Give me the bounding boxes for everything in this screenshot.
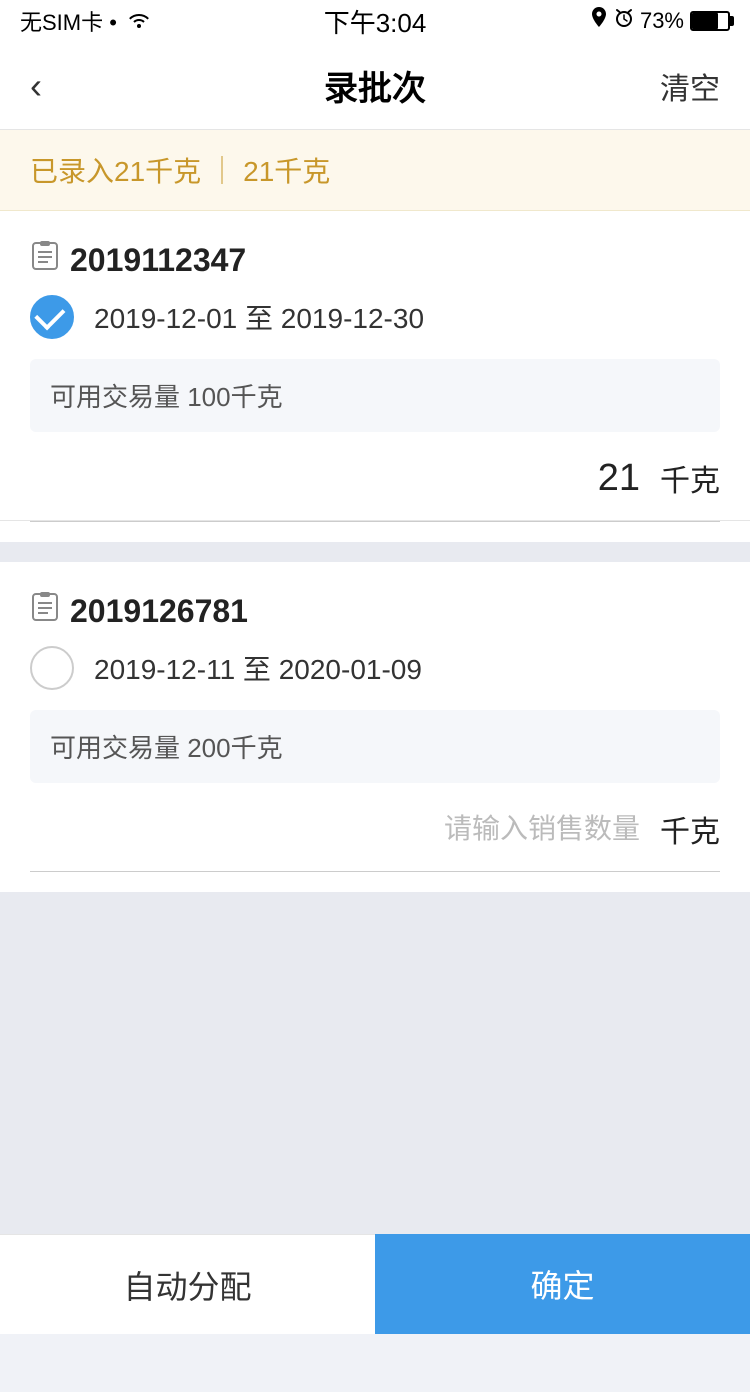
alarm-icon [614, 7, 634, 35]
batch-2-unit: 千克 [660, 807, 720, 851]
batch-1-date-range: 2019-12-01 至 2019-12-30 [94, 297, 424, 337]
batch-2-icon [30, 592, 60, 630]
info-banner: 已录入21千克 21千克 [0, 130, 750, 211]
status-bar-left: 无SIM卡 • [20, 5, 153, 37]
batch-card-2-inner: 2019126781 2019-12-11 至 2020-01-09 [0, 562, 750, 690]
batch-2-radio[interactable] [30, 646, 74, 690]
back-button[interactable]: ‹ [30, 65, 90, 107]
batch-1-unit: 千克 [660, 456, 720, 500]
batch-card-2: 2019126781 2019-12-11 至 2020-01-09 可用交易量… [0, 562, 750, 892]
status-bar: 无SIM卡 • 下午3:04 73% [0, 0, 750, 42]
batch-2-header: 2019126781 [30, 592, 720, 630]
batch-1-select-row[interactable]: 2019-12-01 至 2019-12-30 [30, 295, 720, 339]
batch-1-availability: 可用交易量 100千克 [30, 359, 720, 432]
content-area: 2019112347 2019-12-01 至 2019-12-30 可用交易量… [0, 211, 750, 1392]
recorded-amount: 已录入21千克 [30, 150, 201, 190]
batch-1-number: 2019112347 [70, 242, 246, 279]
batch-2-input-row: 千克 [0, 783, 750, 871]
batch-1-amount-row: 千克 [0, 432, 750, 521]
nav-bar: ‹ 录批次 清空 [0, 42, 750, 130]
battery-icon [690, 11, 730, 31]
total-amount: 21千克 [243, 150, 330, 190]
batch-2-quantity-input[interactable] [380, 813, 640, 845]
status-bar-time: 下午3:04 [324, 3, 427, 40]
batch-1-icon [30, 241, 60, 279]
batch-2-select-row[interactable]: 2019-12-11 至 2020-01-09 [30, 646, 720, 690]
card-separator [0, 542, 750, 562]
batch-2-availability: 可用交易量 200千克 [30, 710, 720, 783]
location-icon [590, 7, 608, 35]
batch-2-date-range: 2019-12-11 至 2020-01-09 [94, 648, 422, 688]
empty-gray-area [0, 892, 750, 1292]
batch-card-1: 2019112347 2019-12-01 至 2019-12-30 可用交易量… [0, 211, 750, 542]
battery-percent: 73% [640, 8, 684, 34]
wifi-icon [125, 8, 153, 34]
page-title: 录批次 [324, 61, 426, 110]
sim-text: 无SIM卡 • [20, 5, 117, 37]
batch-card-1-inner: 2019112347 2019-12-01 至 2019-12-30 [0, 211, 750, 339]
clear-button[interactable]: 清空 [660, 64, 720, 108]
status-bar-right: 73% [590, 7, 730, 35]
batch-1-radio[interactable] [30, 295, 74, 339]
batch-2-number: 2019126781 [70, 593, 248, 630]
banner-divider [221, 156, 223, 184]
auto-distribute-button[interactable]: 自动分配 [0, 1234, 375, 1334]
confirm-button[interactable]: 确定 [375, 1234, 750, 1334]
batch-1-header: 2019112347 [30, 241, 720, 279]
bottom-bar: 自动分配 确定 [0, 1234, 750, 1334]
batch-1-amount-input[interactable] [440, 457, 640, 500]
